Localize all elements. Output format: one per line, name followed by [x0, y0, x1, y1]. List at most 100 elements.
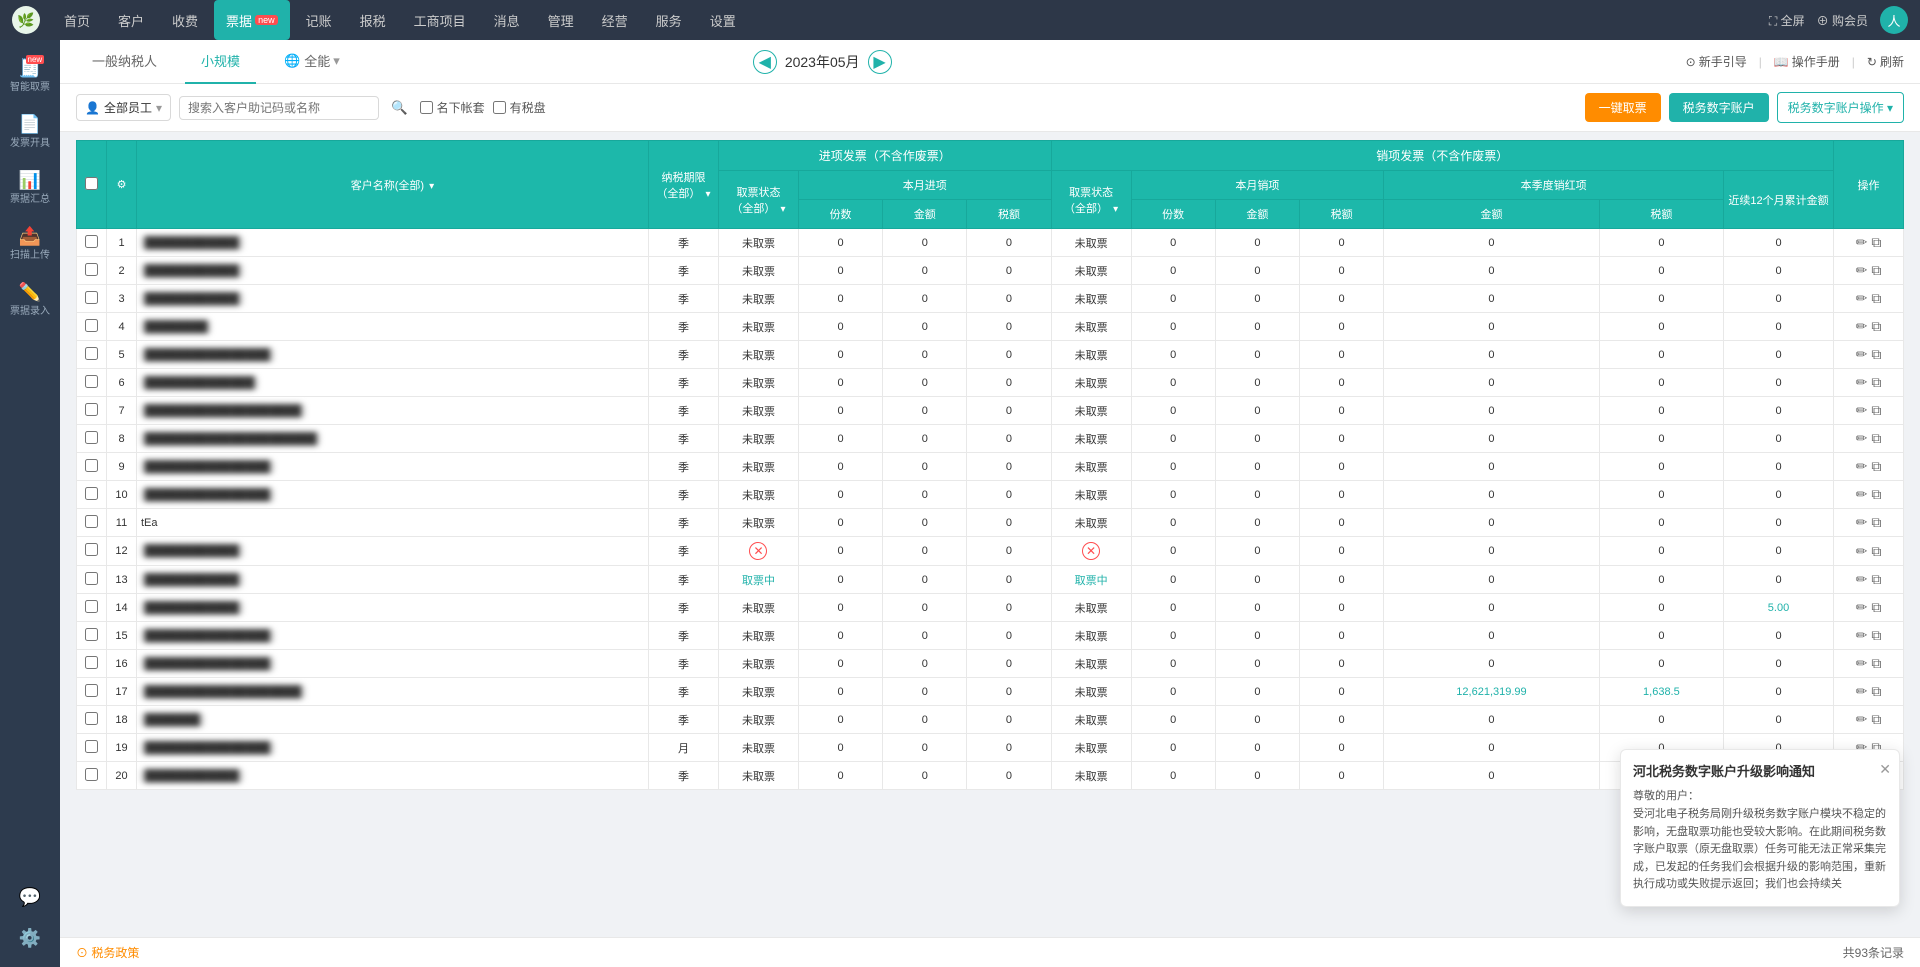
row-checkbox-cell[interactable] [77, 734, 107, 762]
edit-icon[interactable]: ✏ [1856, 599, 1868, 616]
edit-icon[interactable]: ✏ [1856, 346, 1868, 363]
sidebar-item-chat[interactable]: 💬 [15, 879, 45, 916]
edit-icon[interactable]: ✏ [1856, 627, 1868, 644]
copy-icon[interactable]: ⧉ [1871, 402, 1881, 419]
copy-icon[interactable]: ⧉ [1871, 486, 1881, 503]
th-client-name[interactable]: 客户名称(全部) ▾ [137, 141, 649, 229]
th-tax-period[interactable]: 纳税期限（全部） ▾ [648, 141, 718, 229]
subledger-checkbox-label[interactable]: 名下帐套 [420, 99, 485, 116]
copy-icon[interactable]: ⧉ [1871, 655, 1881, 672]
refresh-link[interactable]: ↻ 刷新 [1867, 53, 1904, 70]
app-logo[interactable]: 🌿 [12, 6, 40, 34]
row-checkbox-cell[interactable] [77, 453, 107, 481]
manual-link[interactable]: 📖 操作手册 [1774, 53, 1840, 70]
edit-icon[interactable]: ✏ [1856, 262, 1868, 279]
row-checkbox-cell[interactable] [77, 229, 107, 257]
sidebar-item-record[interactable]: ✏️ 票据录入 [0, 274, 60, 326]
tax-disk-checkbox-label[interactable]: 有税盘 [493, 99, 546, 116]
tab-full-capability[interactable]: 🌐 全能 ▾ [268, 40, 356, 84]
row-checkbox[interactable] [85, 515, 98, 528]
row-checkbox-cell[interactable] [77, 706, 107, 734]
search-input[interactable] [179, 96, 379, 120]
row-checkbox[interactable] [85, 628, 98, 641]
sidebar-item-config[interactable]: ⚙️ [15, 920, 45, 957]
tax-disk-checkbox[interactable] [493, 101, 506, 114]
in-status-filter-icon[interactable]: ▾ [780, 204, 785, 215]
nav-item-client[interactable]: 客户 [106, 0, 156, 40]
row-checkbox[interactable] [85, 263, 98, 276]
edit-icon[interactable]: ✏ [1856, 234, 1868, 251]
nav-item-fee[interactable]: 收费 [160, 0, 210, 40]
nav-item-home[interactable]: 首页 [52, 0, 102, 40]
notification-close[interactable]: ✕ [1879, 758, 1891, 780]
copy-icon[interactable]: ⧉ [1871, 711, 1881, 728]
member-btn[interactable]: ⊕ 购会员 [1817, 12, 1868, 29]
th-settings[interactable]: ⚙ [107, 141, 137, 229]
nav-item-business[interactable]: 工商项目 [402, 0, 478, 40]
copy-icon[interactable]: ⧉ [1871, 262, 1881, 279]
period-filter-icon[interactable]: ▾ [705, 189, 710, 200]
th-out-status[interactable]: 取票状态（全部） ▾ [1051, 171, 1131, 229]
tab-small-scale[interactable]: 小规模 [185, 40, 256, 84]
user-avatar[interactable]: 人 [1880, 6, 1908, 34]
copy-icon[interactable]: ⧉ [1871, 318, 1881, 335]
row-checkbox-cell[interactable] [77, 285, 107, 313]
select-all-checkbox[interactable] [85, 177, 98, 190]
row-checkbox-cell[interactable] [77, 509, 107, 537]
row-checkbox[interactable] [85, 656, 98, 669]
edit-icon[interactable]: ✏ [1856, 655, 1868, 672]
edit-icon[interactable]: ✏ [1856, 318, 1868, 335]
nav-item-manage[interactable]: 管理 [536, 0, 586, 40]
digital-tax-op-btn[interactable]: 税务数字账户操作 ▾ [1777, 92, 1904, 123]
row-checkbox[interactable] [85, 487, 98, 500]
row-checkbox[interactable] [85, 403, 98, 416]
out-status-filter-icon[interactable]: ▾ [1113, 204, 1118, 215]
row-checkbox-cell[interactable] [77, 622, 107, 650]
copy-icon[interactable]: ⧉ [1871, 599, 1881, 616]
nav-item-message[interactable]: 消息 [482, 0, 532, 40]
new-guide-link[interactable]: ⊙ 新手引导 [1686, 53, 1747, 70]
copy-icon[interactable]: ⧉ [1871, 627, 1881, 644]
row-checkbox[interactable] [85, 319, 98, 332]
copy-icon[interactable]: ⧉ [1871, 374, 1881, 391]
edit-icon[interactable]: ✏ [1856, 458, 1868, 475]
row-checkbox[interactable] [85, 235, 98, 248]
copy-icon[interactable]: ⧉ [1871, 234, 1881, 251]
row-checkbox[interactable] [85, 740, 98, 753]
nav-item-settings[interactable]: 设置 [698, 0, 748, 40]
digital-tax-btn[interactable]: 税务数字账户 [1669, 93, 1769, 122]
row-checkbox-cell[interactable] [77, 481, 107, 509]
edit-icon[interactable]: ✏ [1856, 486, 1868, 503]
nav-item-service[interactable]: 服务 [644, 0, 694, 40]
row-checkbox[interactable] [85, 291, 98, 304]
copy-icon[interactable]: ⧉ [1871, 290, 1881, 307]
row-checkbox-cell[interactable] [77, 257, 107, 285]
copy-icon[interactable]: ⧉ [1871, 514, 1881, 531]
edit-icon[interactable]: ✏ [1856, 402, 1868, 419]
row-checkbox-cell[interactable] [77, 566, 107, 594]
edit-icon[interactable]: ✏ [1856, 374, 1868, 391]
client-filter-icon[interactable]: ▾ [429, 181, 434, 192]
edit-icon[interactable]: ✏ [1856, 711, 1868, 728]
row-checkbox-cell[interactable] [77, 425, 107, 453]
row-checkbox-cell[interactable] [77, 537, 107, 566]
row-checkbox[interactable] [85, 600, 98, 613]
edit-icon[interactable]: ✏ [1856, 571, 1868, 588]
row-checkbox-cell[interactable] [77, 313, 107, 341]
nav-item-tax[interactable]: 报税 [348, 0, 398, 40]
search-button[interactable]: 🔍 [387, 96, 412, 120]
staff-filter[interactable]: 👤 全部员工 ▾ [76, 94, 171, 121]
sidebar-item-scan-upload[interactable]: 📤 扫描上传 [0, 218, 60, 270]
edit-icon[interactable]: ✏ [1856, 514, 1868, 531]
sidebar-item-smart-ticket[interactable]: 🧾 new 智能取票 [0, 50, 60, 102]
copy-icon[interactable]: ⧉ [1871, 430, 1881, 447]
copy-icon[interactable]: ⧉ [1871, 543, 1881, 560]
date-next-btn[interactable]: ▶ [868, 50, 892, 74]
sidebar-item-open-invoice[interactable]: 📄 发票开具 [0, 106, 60, 158]
th-in-status[interactable]: 取票状态（全部） ▾ [718, 171, 798, 229]
row-checkbox[interactable] [85, 684, 98, 697]
edit-icon[interactable]: ✏ [1856, 430, 1868, 447]
row-checkbox-cell[interactable] [77, 678, 107, 706]
copy-icon[interactable]: ⧉ [1871, 571, 1881, 588]
tab-general-taxpayer[interactable]: 一般纳税人 [76, 40, 173, 84]
